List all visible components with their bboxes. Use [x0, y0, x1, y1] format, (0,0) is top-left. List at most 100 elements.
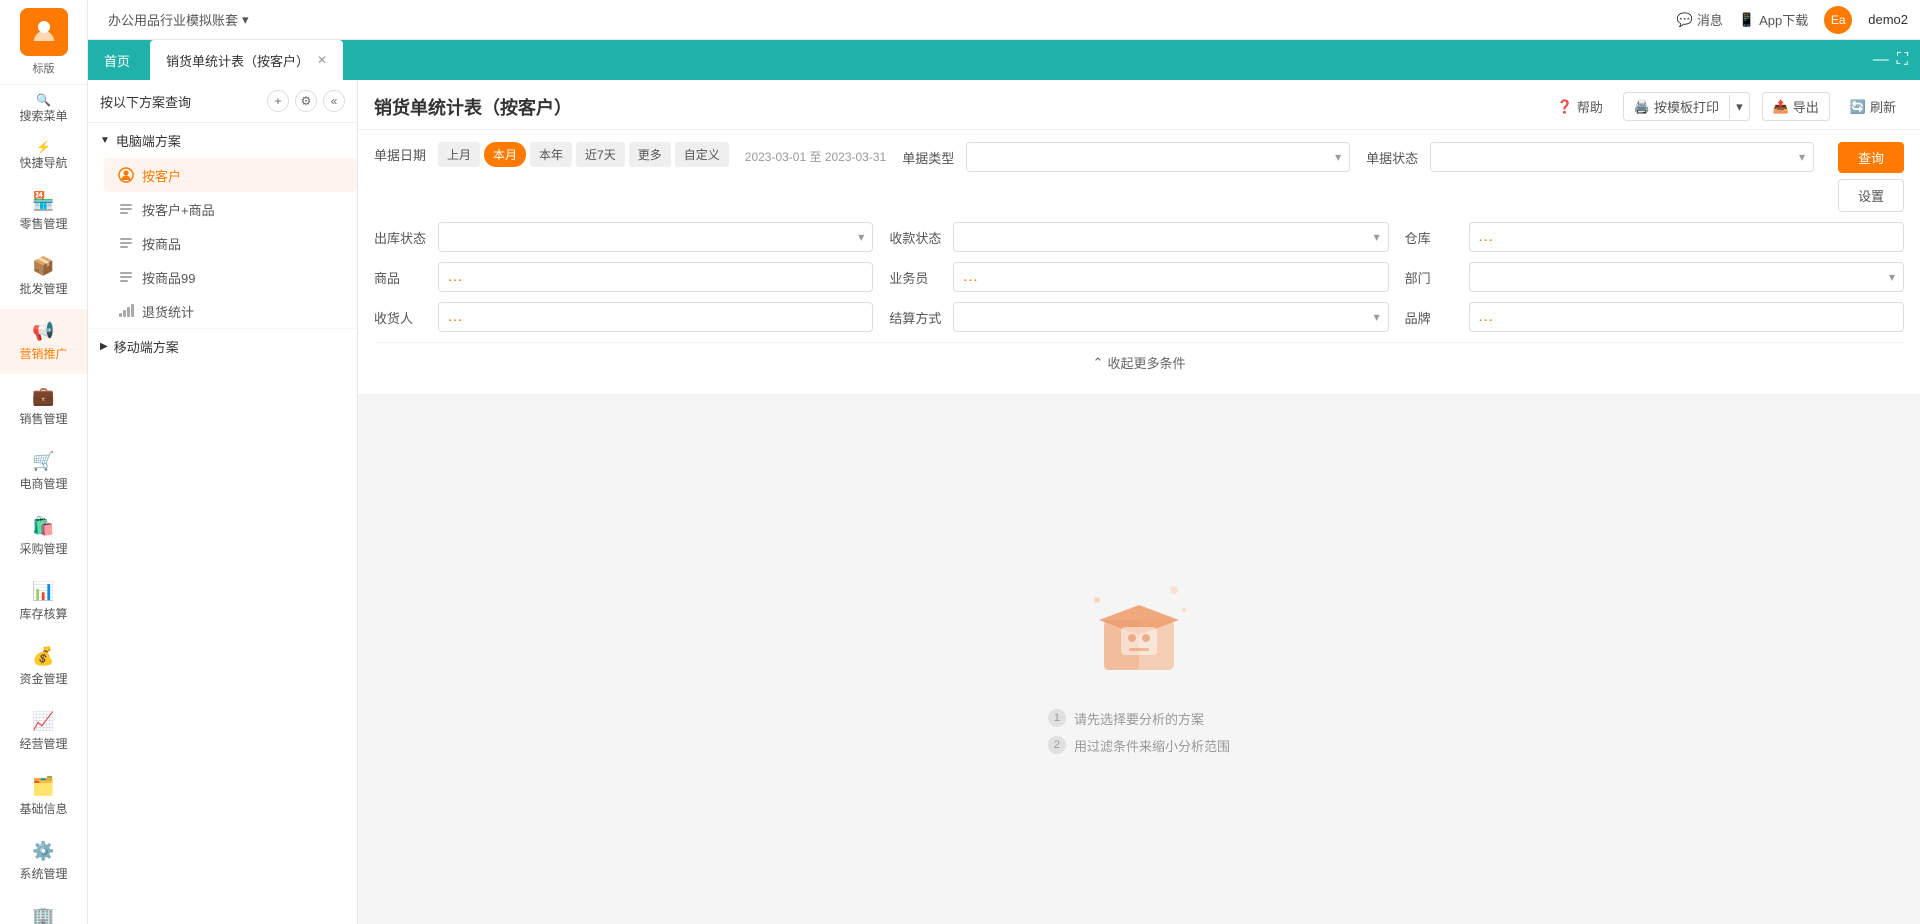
sidebar-item-inventory[interactable]: 📊 库存核算 — [0, 569, 87, 634]
salesperson-label: 业务员 — [889, 268, 945, 287]
query-btn[interactable]: 查询 — [1838, 142, 1904, 173]
sidebar-item-search[interactable]: 🔍 搜索菜单 — [0, 85, 87, 132]
out-status-select[interactable]: ▾ — [438, 222, 873, 252]
consignee-select[interactable]: … — [438, 302, 873, 332]
filter-row-4: 收货人 … 结算方式 ▾ 品牌 — [374, 302, 1904, 332]
goods-scheme-icon — [116, 233, 136, 253]
date-btn-last-7days[interactable]: 近7天 — [576, 142, 625, 167]
sidebar-item-retail[interactable]: 🏪 零售管理 — [0, 179, 87, 244]
enterprise-icon: 🏢 — [32, 906, 54, 924]
sidebar: 标版 🔍 搜索菜单 ⚡ 快捷导航 🏪 零售管理 📦 批发管理 📢 营销推广 💼 … — [0, 0, 88, 924]
sidebar-item-enterprise[interactable]: 🏢 企业协同 — [0, 894, 87, 924]
add-scheme-btn[interactable]: + — [267, 90, 289, 112]
tab-home[interactable]: 首页 — [88, 40, 146, 80]
collect-status-select[interactable]: ▾ — [953, 222, 1388, 252]
industry-label: 办公用品行业模拟账套 — [108, 10, 238, 29]
user-name: demo2 — [1868, 12, 1908, 27]
mobile-section-toggle[interactable]: ▶ 移动端方案 — [88, 329, 357, 364]
scheme-return-stat-label: 退货统计 — [142, 302, 194, 321]
hint-num-1: 1 — [1048, 709, 1066, 727]
brand-dots: … — [1478, 308, 1494, 326]
date-filter: 单据日期 上月 本月 本年 近7天 更多 自定义 — [374, 142, 729, 167]
date-btn-this-year[interactable]: 本年 — [530, 142, 572, 167]
scheme-by-customer[interactable]: 按客户 — [104, 158, 357, 192]
brand-select[interactable]: … — [1469, 302, 1904, 332]
print-dropdown-btn[interactable]: ▾ — [1730, 95, 1749, 119]
main-area: 办公用品行业模拟账套 ▾ 💬 消息 📱 App下载 Ea demo2 首页 销货… — [88, 0, 1920, 924]
out-status-filter: 出库状态 ▾ — [374, 222, 873, 252]
sidebar-item-operation-label: 经营管理 — [19, 735, 67, 752]
basic-icon: 🗂️ — [32, 776, 54, 797]
industry-select[interactable]: 办公用品行业模拟账套 ▾ — [100, 6, 257, 33]
sidebar-item-finance[interactable]: 💰 资金管理 — [0, 634, 87, 699]
message-label: 消息 — [1697, 10, 1723, 29]
sidebar-item-ecommerce[interactable]: 🛒 电商管理 — [0, 439, 87, 504]
sidebar-item-marketing[interactable]: 📢 营销推广 — [0, 309, 87, 374]
date-btn-last-month[interactable]: 上月 — [438, 142, 480, 167]
doc-status-select[interactable]: ▾ — [1430, 142, 1814, 172]
desktop-section-toggle[interactable]: ▼ 电脑端方案 — [88, 123, 357, 158]
goods-99-scheme-icon — [116, 267, 136, 287]
desktop-section: ▼ 电脑端方案 按客户 按客户+商品 — [88, 123, 357, 329]
settings-scheme-btn[interactable]: ⚙ — [295, 90, 317, 112]
sidebar-item-purchase[interactable]: 🛍️ 采购管理 — [0, 504, 87, 569]
doc-type-label: 单据类型 — [902, 148, 958, 167]
scheme-by-goods-99[interactable]: 按商品99 — [104, 260, 357, 294]
sidebar-item-basic[interactable]: 🗂️ 基础信息 — [0, 764, 87, 829]
sidebar-item-ecommerce-label: 电商管理 — [19, 475, 67, 492]
sidebar-item-quicknav[interactable]: ⚡ 快捷导航 — [0, 132, 87, 179]
setting-btn[interactable]: 设置 — [1838, 179, 1904, 212]
filter-row-2: 出库状态 ▾ 收款状态 ▾ 仓库 — [374, 222, 1904, 252]
print-icon: 🖨️ — [1634, 99, 1650, 115]
sidebar-item-wholesale-label: 批发管理 — [19, 280, 67, 297]
date-btn-this-month[interactable]: 本月 — [484, 142, 526, 167]
doc-type-select[interactable]: ▾ — [966, 142, 1350, 172]
tab-maximize-icon[interactable]: ⛶ — [1897, 51, 1908, 69]
top-nav: 办公用品行业模拟账套 ▾ 💬 消息 📱 App下载 Ea demo2 — [88, 0, 1920, 40]
message-btn[interactable]: 💬 消息 — [1677, 10, 1723, 29]
empty-hints: 1 请先选择要分析的方案 2 用过滤条件来缩小分析范围 — [1048, 709, 1230, 755]
payment-select[interactable]: ▾ — [953, 302, 1388, 332]
tab-minimize-icon[interactable]: — — [1873, 51, 1889, 69]
hint-text-1: 请先选择要分析的方案 — [1074, 709, 1204, 728]
scheme-by-customer-goods-label: 按客户+商品 — [142, 200, 215, 219]
salesperson-select[interactable]: … — [953, 262, 1388, 292]
export-btn[interactable]: 📤 导出 — [1762, 92, 1830, 121]
brand-label: 品牌 — [1405, 308, 1461, 327]
collapse-panel-btn[interactable]: « — [323, 90, 345, 112]
collapse-more-btn[interactable]: ⌃ 收起更多条件 — [374, 347, 1904, 378]
warehouse-select[interactable]: … — [1469, 222, 1904, 252]
customer-scheme-icon — [116, 165, 136, 185]
doc-status-arrow-icon: ▾ — [1799, 150, 1805, 164]
doc-status-filter: 单据状态 ▾ — [1366, 142, 1814, 172]
help-btn[interactable]: ❓ 帮助 — [1549, 93, 1611, 120]
goods-dots: … — [447, 268, 463, 286]
logo-area: 标版 — [0, 0, 87, 85]
sidebar-item-system[interactable]: ⚙️ 系统管理 — [0, 829, 87, 894]
doc-status-label: 单据状态 — [1366, 148, 1422, 167]
operation-icon: 📈 — [32, 711, 54, 732]
industry-arrow-icon: ▾ — [242, 12, 249, 28]
date-btn-custom[interactable]: 自定义 — [675, 142, 729, 167]
goods-select[interactable]: … — [438, 262, 873, 292]
tab-sales-stat[interactable]: 销货单统计表（按客户） ✕ — [150, 40, 343, 80]
top-nav-right: 💬 消息 📱 App下载 Ea demo2 — [1677, 6, 1908, 34]
date-btn-more[interactable]: 更多 — [629, 142, 671, 167]
left-panel-title: 按以下方案查询 — [100, 92, 261, 111]
salesperson-filter: 业务员 … — [889, 262, 1388, 292]
sidebar-item-wholesale[interactable]: 📦 批发管理 — [0, 244, 87, 309]
scheme-by-customer-goods[interactable]: 按客户+商品 — [104, 192, 357, 226]
avatar[interactable]: Ea — [1824, 6, 1852, 34]
dept-select[interactable]: ▾ — [1469, 262, 1904, 292]
sidebar-item-operation[interactable]: 📈 经营管理 — [0, 699, 87, 764]
scheme-return-stat[interactable]: 退货统计 — [104, 294, 357, 328]
refresh-btn[interactable]: 🔄 刷新 — [1842, 93, 1904, 120]
sidebar-item-sales[interactable]: 💼 销售管理 — [0, 374, 87, 439]
filter-area: 单据日期 上月 本月 本年 近7天 更多 自定义 2023-03-01 至 20… — [358, 130, 1920, 395]
print-btn[interactable]: 🖨️ 按模板打印 — [1624, 93, 1729, 120]
customer-goods-scheme-icon — [116, 199, 136, 219]
tab-close-icon[interactable]: ✕ — [317, 53, 327, 67]
scheme-by-goods[interactable]: 按商品 — [104, 226, 357, 260]
app-download-btn[interactable]: 📱 App下载 — [1739, 10, 1808, 29]
page-header: 销货单统计表（按客户） ❓ 帮助 🖨️ 按模板打印 ▾ — [358, 80, 1920, 130]
